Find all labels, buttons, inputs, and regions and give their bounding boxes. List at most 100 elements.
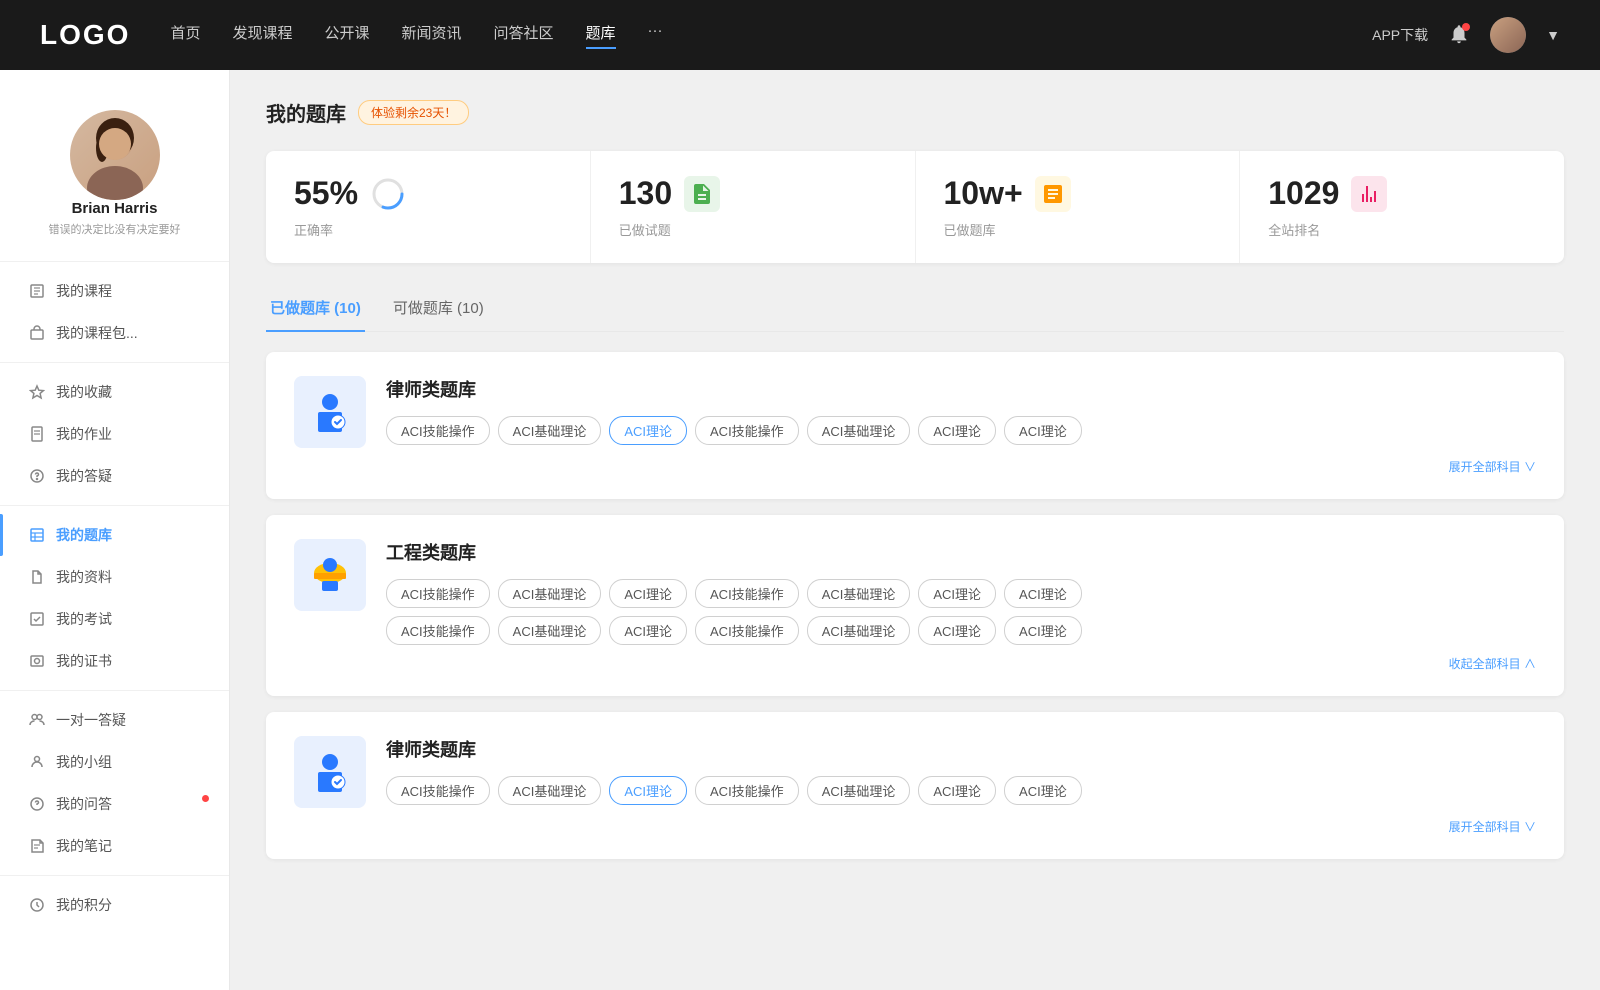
- sidebar-item-group[interactable]: 我的小组: [0, 741, 229, 783]
- nav-bank[interactable]: 题库: [586, 22, 616, 49]
- nav-more[interactable]: ···: [648, 22, 663, 49]
- bank-0-tags: ACI技能操作 ACI基础理论 ACI理论 ACI技能操作 ACI基础理论 AC…: [386, 416, 1536, 445]
- sidebar-divider-2: [0, 505, 229, 506]
- bank-1-collapse[interactable]: 收起全部科目 ∧: [1449, 655, 1536, 672]
- bank-card-2: 律师类题库 ACI技能操作 ACI基础理论 ACI理论 ACI技能操作 ACI基…: [266, 712, 1564, 859]
- group-icon: [28, 753, 46, 771]
- bank-tag[interactable]: ACI理论: [918, 416, 996, 445]
- tab-available[interactable]: 可做题库 (10): [389, 287, 488, 332]
- bank-tag[interactable]: ACI理论: [918, 616, 996, 645]
- bank-icon: [28, 526, 46, 544]
- bank-tag[interactable]: ACI理论: [1004, 776, 1082, 805]
- logo[interactable]: LOGO: [40, 19, 130, 51]
- sidebar-item-bank[interactable]: 我的题库: [0, 514, 229, 556]
- bank-tag[interactable]: ACI基础理论: [807, 416, 911, 445]
- bank-tag[interactable]: ACI技能操作: [386, 776, 490, 805]
- sidebar-item-one-one[interactable]: 一对一答疑: [0, 699, 229, 741]
- bank-tag[interactable]: ACI基础理论: [498, 416, 602, 445]
- pie-icon: [370, 176, 406, 212]
- nav-qa[interactable]: 问答社区: [494, 22, 554, 49]
- bank-tag[interactable]: ACI基础理论: [807, 776, 911, 805]
- one-one-icon: [28, 711, 46, 729]
- sidebar-item-points[interactable]: 我的积分: [0, 884, 229, 926]
- homework-icon: [28, 425, 46, 443]
- bank-0-icon: [294, 376, 366, 448]
- sidebar-item-homework[interactable]: 我的作业: [0, 413, 229, 455]
- bank-tag[interactable]: ACI技能操作: [695, 616, 799, 645]
- note-icon: [28, 837, 46, 855]
- nav-home[interactable]: 首页: [170, 22, 200, 49]
- bank-tag[interactable]: ACI技能操作: [386, 579, 490, 608]
- exam-icon: [28, 610, 46, 628]
- navbar-right: APP下载 ▼: [1372, 17, 1560, 53]
- sidebar-item-notes[interactable]: 我的笔记: [0, 825, 229, 867]
- bell-button[interactable]: [1448, 23, 1470, 48]
- bank-tag[interactable]: ACI技能操作: [695, 776, 799, 805]
- star-icon: [28, 383, 46, 401]
- bank-list: 律师类题库 ACI技能操作 ACI基础理论 ACI理论 ACI技能操作 ACI基…: [266, 352, 1564, 859]
- tab-done[interactable]: 已做题库 (10): [266, 287, 365, 332]
- bank-1-icon: [294, 539, 366, 611]
- sidebar-profile: Brian Harris 错误的决定比没有决定要好: [0, 94, 229, 262]
- bank-tag[interactable]: ACI技能操作: [695, 416, 799, 445]
- nav-discover[interactable]: 发现课程: [232, 22, 292, 49]
- package-icon: [28, 324, 46, 342]
- bank-tag[interactable]: ACI理论: [1004, 416, 1082, 445]
- bank-tag[interactable]: ACI基础理论: [498, 776, 602, 805]
- bank-1-tags-row1: ACI技能操作 ACI基础理论 ACI理论 ACI技能操作 ACI基础理论 AC…: [386, 579, 1536, 608]
- sidebar: Brian Harris 错误的决定比没有决定要好 我的课程 我的课程包...: [0, 70, 230, 990]
- stat-done: 130 已做试题: [591, 151, 916, 263]
- qa-notification-dot: [202, 795, 209, 802]
- cert-icon: [28, 652, 46, 670]
- sidebar-item-course[interactable]: 我的课程: [0, 270, 229, 312]
- list-icon: [1035, 176, 1071, 212]
- bank-tag[interactable]: ACI理论: [609, 616, 687, 645]
- accuracy-value: 55%: [294, 175, 358, 212]
- sidebar-divider-4: [0, 875, 229, 876]
- bank-tag[interactable]: ACI理论: [609, 579, 687, 608]
- avatar: [70, 110, 160, 200]
- done-value: 130: [619, 175, 672, 212]
- rank-icon: [1351, 176, 1387, 212]
- bank-0-expand[interactable]: 展开全部科目 ∨: [1449, 458, 1536, 475]
- sidebar-divider-3: [0, 690, 229, 691]
- bank-tag[interactable]: ACI基础理论: [807, 616, 911, 645]
- main-content: 我的题库 体验剩余23天！ 55% 正确率: [230, 70, 1600, 990]
- bank-2-tags: ACI技能操作 ACI基础理论 ACI理论 ACI技能操作 ACI基础理论 AC…: [386, 776, 1536, 805]
- bank-tag[interactable]: ACI基础理论: [807, 579, 911, 608]
- sidebar-item-my-qa[interactable]: 我的问答: [0, 783, 229, 825]
- bank-1-name: 工程类题库: [386, 539, 1536, 565]
- bank-2-name: 律师类题库: [386, 736, 1536, 762]
- bank-tag[interactable]: ACI理论: [918, 776, 996, 805]
- bank-tag[interactable]: ACI技能操作: [386, 616, 490, 645]
- bank-tag[interactable]: ACI理论: [1004, 579, 1082, 608]
- nav-news[interactable]: 新闻资讯: [402, 22, 462, 49]
- sidebar-menu: 我的课程 我的课程包... 我的收藏 我的作业: [0, 270, 229, 926]
- bank-tag[interactable]: ACI理论: [1004, 616, 1082, 645]
- bank-tag[interactable]: ACI理论: [918, 579, 996, 608]
- sidebar-item-package[interactable]: 我的课程包...: [0, 312, 229, 354]
- user-chevron-icon[interactable]: ▼: [1546, 27, 1560, 43]
- bank-tag[interactable]: ACI技能操作: [386, 416, 490, 445]
- bank-tag[interactable]: ACI基础理论: [498, 616, 602, 645]
- nav-open[interactable]: 公开课: [324, 22, 369, 49]
- bank-tabs: 已做题库 (10) 可做题库 (10): [266, 287, 1564, 332]
- trial-badge: 体验剩余23天！: [358, 100, 469, 125]
- bank-1-tags-row2: ACI技能操作 ACI基础理论 ACI理论 ACI技能操作 ACI基础理论 AC…: [386, 616, 1536, 645]
- stat-banks: 10w+ 已做题库: [916, 151, 1241, 263]
- user-avatar[interactable]: [1490, 17, 1526, 53]
- bank-tag-active[interactable]: ACI理论: [609, 776, 687, 805]
- doc-icon: [684, 176, 720, 212]
- sidebar-item-qa[interactable]: 我的答疑: [0, 455, 229, 497]
- bank-tag[interactable]: ACI技能操作: [695, 579, 799, 608]
- bank-tag-active[interactable]: ACI理论: [609, 416, 687, 445]
- sidebar-item-cert[interactable]: 我的证书: [0, 640, 229, 682]
- app-download[interactable]: APP下载: [1372, 25, 1428, 45]
- bank-2-icon: [294, 736, 366, 808]
- bank-2-expand[interactable]: 展开全部科目 ∨: [1449, 818, 1536, 835]
- sidebar-item-favorites[interactable]: 我的收藏: [0, 371, 229, 413]
- sidebar-item-exam[interactable]: 我的考试: [0, 598, 229, 640]
- course-icon: [28, 282, 46, 300]
- sidebar-item-profile[interactable]: 我的资料: [0, 556, 229, 598]
- bank-tag[interactable]: ACI基础理论: [498, 579, 602, 608]
